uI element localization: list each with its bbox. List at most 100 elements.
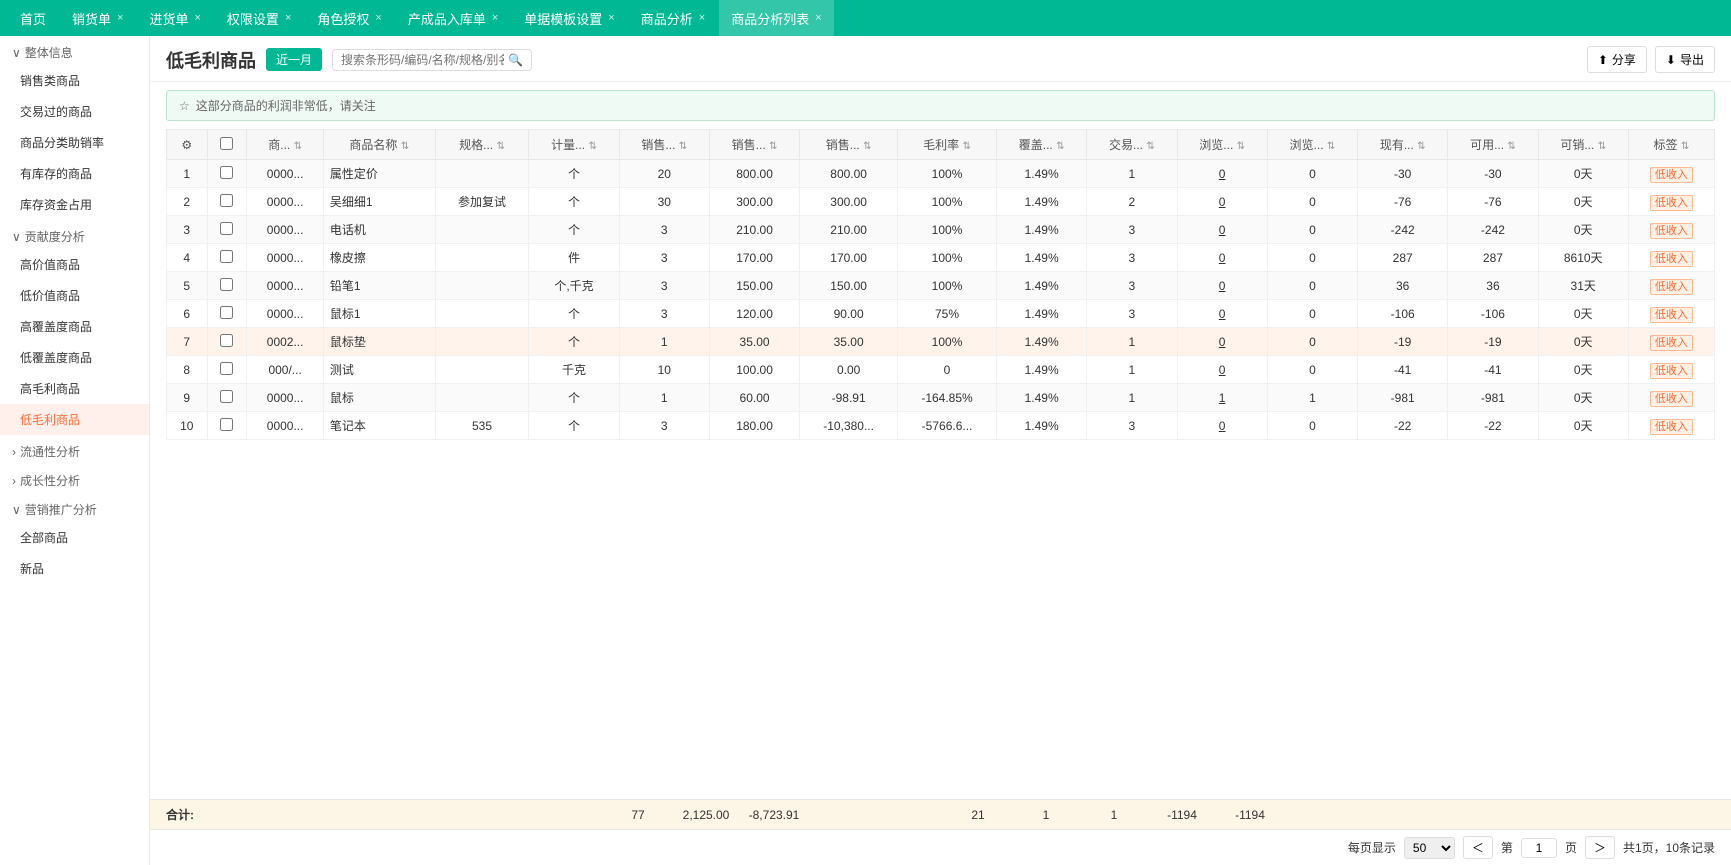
- col-name[interactable]: 商品名称 ⇅: [323, 130, 435, 160]
- row-checkbox[interactable]: [207, 300, 247, 328]
- nav-permissions[interactable]: 权限设置 ×: [215, 0, 303, 36]
- notice-bar: ☆ 这部分商品的利润非常低，请关注: [166, 90, 1715, 121]
- page-label: 第: [1501, 839, 1513, 856]
- col-saleable[interactable]: 可销... ⇅: [1538, 130, 1628, 160]
- row-saleable: 0天: [1538, 300, 1628, 328]
- col-checkbox[interactable]: [207, 130, 247, 160]
- row-checkbox[interactable]: [207, 328, 247, 356]
- sidebar-item-high-margin[interactable]: 高毛利商品: [0, 373, 149, 404]
- row-coverage: 1.49%: [996, 160, 1086, 188]
- row-checkbox[interactable]: [207, 272, 247, 300]
- time-filter-button[interactable]: 近一月: [266, 48, 322, 71]
- info-icon: ☆: [179, 99, 190, 113]
- col-settings[interactable]: ⚙: [167, 130, 208, 160]
- row-qty: 1: [619, 328, 709, 356]
- close-icon[interactable]: ×: [608, 12, 614, 24]
- col-available[interactable]: 可用... ⇅: [1448, 130, 1538, 160]
- row-name: 笔记本: [323, 412, 435, 440]
- close-icon[interactable]: ×: [699, 12, 705, 24]
- row-browse1: 0: [1177, 188, 1267, 216]
- row-trade: 3: [1087, 272, 1177, 300]
- col-tag[interactable]: 标签 ⇅: [1628, 130, 1714, 160]
- col-amount[interactable]: 销售... ⇅: [800, 130, 898, 160]
- col-price[interactable]: 销售... ⇅: [709, 130, 799, 160]
- search-box: 🔍: [332, 49, 532, 71]
- row-checkbox[interactable]: [207, 356, 247, 384]
- search-input[interactable]: [341, 53, 504, 67]
- sidebar-item-new-products[interactable]: 新品: [0, 553, 149, 584]
- page-number-input[interactable]: [1521, 838, 1557, 858]
- col-browse2[interactable]: 浏览... ⇅: [1267, 130, 1357, 160]
- row-browse2: 0: [1267, 356, 1357, 384]
- row-checkbox[interactable]: [207, 412, 247, 440]
- row-tag: 低收入: [1628, 216, 1714, 244]
- row-checkbox[interactable]: [207, 384, 247, 412]
- row-checkbox[interactable]: [207, 216, 247, 244]
- next-page-button[interactable]: ＞: [1585, 836, 1615, 859]
- nav-template-settings[interactable]: 单据模板设置 ×: [512, 0, 626, 36]
- close-icon[interactable]: ×: [375, 12, 381, 24]
- nav-role-auth[interactable]: 角色授权 ×: [305, 0, 393, 36]
- share-button[interactable]: ⬆ 分享: [1587, 46, 1647, 73]
- col-unit[interactable]: 计量... ⇅: [529, 130, 619, 160]
- row-stock: -19: [1358, 328, 1448, 356]
- close-icon[interactable]: ×: [117, 12, 123, 24]
- sidebar-group-overall[interactable]: ∨ 整体信息: [0, 36, 149, 65]
- nav-product-inbound[interactable]: 产成品入库单 ×: [396, 0, 510, 36]
- sidebar-group-growth[interactable]: › 成长性分析: [0, 464, 149, 493]
- sidebar-item-sales-products[interactable]: 销售类商品: [0, 65, 149, 96]
- sidebar-group-contribution[interactable]: ∨ 贡献度分析: [0, 220, 149, 249]
- select-all-checkbox[interactable]: [220, 137, 233, 150]
- sidebar-item-high-coverage[interactable]: 高覆盖度商品: [0, 311, 149, 342]
- row-no: 9: [167, 384, 208, 412]
- row-qty: 3: [619, 300, 709, 328]
- sidebar-item-stocked-products[interactable]: 有库存的商品: [0, 158, 149, 189]
- row-checkbox[interactable]: [207, 188, 247, 216]
- nav-sales-order[interactable]: 销货单 ×: [60, 0, 135, 36]
- nav-product-analysis[interactable]: 商品分析 ×: [629, 0, 717, 36]
- sidebar-item-high-value[interactable]: 高价值商品: [0, 249, 149, 280]
- row-spec: [435, 216, 529, 244]
- row-checkbox[interactable]: [207, 160, 247, 188]
- close-icon[interactable]: ×: [285, 12, 291, 24]
- col-code[interactable]: 商... ⇅: [247, 130, 323, 160]
- per-page-select[interactable]: 50 100 200: [1404, 837, 1455, 859]
- sidebar-item-all-products[interactable]: 全部商品: [0, 522, 149, 553]
- sidebar-group-marketing[interactable]: ∨ 营销推广分析: [0, 493, 149, 522]
- table-footer: 合计: 77 2,125.00 -8,723.91 21 1 1 -1194 -…: [150, 799, 1731, 829]
- row-price: 210.00: [709, 216, 799, 244]
- prev-page-button[interactable]: ＜: [1463, 836, 1493, 859]
- col-gross-rate[interactable]: 毛利率 ⇅: [898, 130, 997, 160]
- nav-purchase-order[interactable]: 进货单 ×: [137, 0, 212, 36]
- sidebar-item-category-rate[interactable]: 商品分类助销率: [0, 127, 149, 158]
- close-icon[interactable]: ×: [815, 12, 821, 24]
- row-checkbox[interactable]: [207, 244, 247, 272]
- close-icon[interactable]: ×: [194, 12, 200, 24]
- row-spec: 参加复试: [435, 188, 529, 216]
- row-no: 5: [167, 272, 208, 300]
- close-icon[interactable]: ×: [492, 12, 498, 24]
- col-spec[interactable]: 规格... ⇅: [435, 130, 529, 160]
- row-unit: 个: [529, 216, 619, 244]
- sidebar-group-circulation[interactable]: › 流通性分析: [0, 435, 149, 464]
- row-available: -41: [1448, 356, 1538, 384]
- col-coverage[interactable]: 覆盖... ⇅: [996, 130, 1086, 160]
- col-stock[interactable]: 现有... ⇅: [1358, 130, 1448, 160]
- sidebar-item-traded-products[interactable]: 交易过的商品: [0, 96, 149, 127]
- col-trade[interactable]: 交易... ⇅: [1087, 130, 1177, 160]
- col-qty[interactable]: 销售... ⇅: [619, 130, 709, 160]
- chevron-down-icon: ∨: [12, 46, 21, 60]
- row-browse2: 0: [1267, 216, 1357, 244]
- sidebar-item-low-coverage[interactable]: 低覆盖度商品: [0, 342, 149, 373]
- nav-home[interactable]: 首页: [8, 0, 58, 36]
- sidebar-item-stock-capital[interactable]: 库存资金占用: [0, 189, 149, 220]
- col-browse1[interactable]: 浏览... ⇅: [1177, 130, 1267, 160]
- sidebar-item-low-margin[interactable]: 低毛利商品: [0, 404, 149, 435]
- sidebar-item-low-value[interactable]: 低价值商品: [0, 280, 149, 311]
- nav-product-analysis-list[interactable]: 商品分析列表 ×: [719, 0, 833, 36]
- row-no: 7: [167, 328, 208, 356]
- export-button[interactable]: ⬇ 导出: [1655, 46, 1715, 73]
- table-area: ⚙ 商... ⇅ 商品名称 ⇅ 规格... ⇅ 计量... ⇅ 销售... ⇅ …: [150, 129, 1731, 799]
- search-icon[interactable]: 🔍: [508, 53, 523, 67]
- row-stock: -41: [1358, 356, 1448, 384]
